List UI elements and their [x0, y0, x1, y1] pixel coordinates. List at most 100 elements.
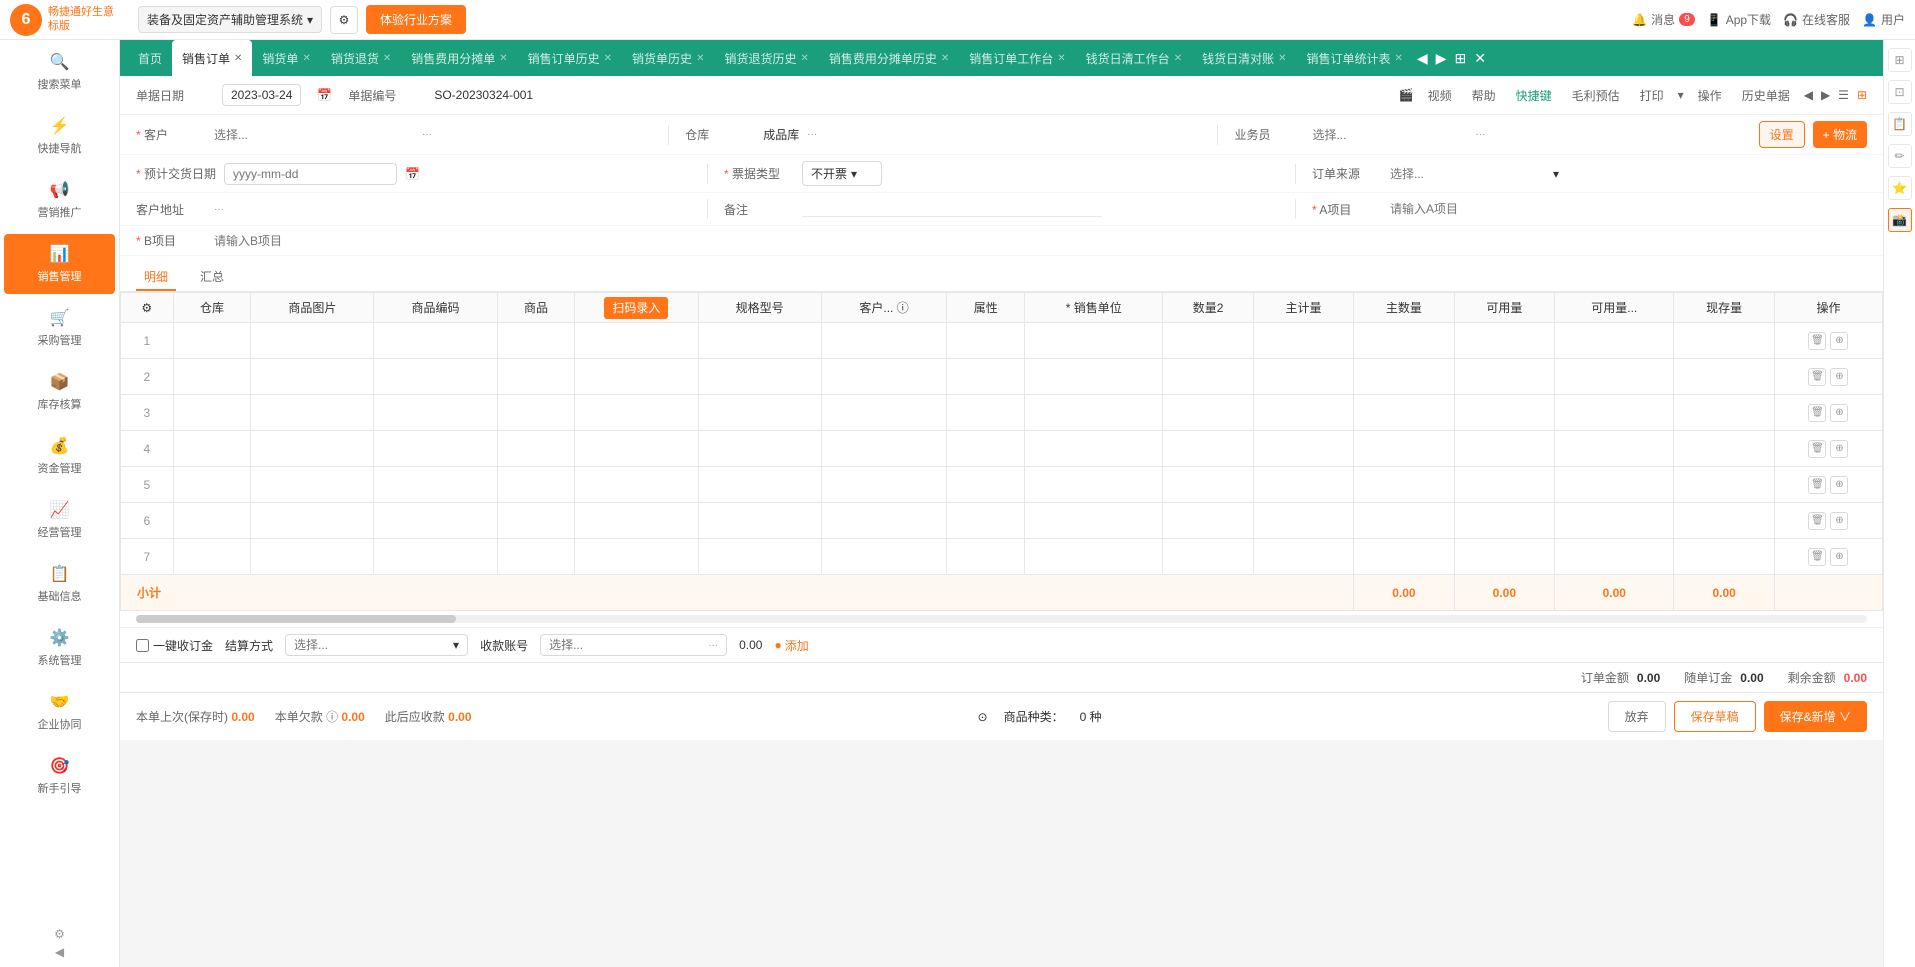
tab-close-icon[interactable]: ✕ [1174, 53, 1182, 64]
tab-expense-split[interactable]: 销售费用分摊单 ✕ [401, 40, 517, 76]
delete-icon[interactable]: 🗑 [1808, 332, 1826, 350]
sidebar-item-purchase[interactable]: 🛒 采购管理 [4, 298, 115, 358]
settings-btn[interactable]: 设置 [1759, 121, 1805, 148]
tab-close-icon[interactable]: ✕ [941, 53, 949, 64]
cell[interactable] [173, 503, 251, 539]
tab-invoice-history[interactable]: 销货单历史 ✕ [622, 40, 714, 76]
col-available[interactable]: 可用量 [1454, 293, 1554, 323]
sidebar-item-enterprise[interactable]: 🤝 企业协同 [4, 682, 115, 742]
cell[interactable] [947, 539, 1025, 575]
cell[interactable] [1454, 359, 1554, 395]
tab-close-icon[interactable]: ✕ [302, 53, 310, 64]
cell[interactable] [821, 467, 947, 503]
tab-close-icon[interactable]: ✕ [1278, 53, 1286, 64]
tab-returns-history[interactable]: 销货退货历史 ✕ [714, 40, 818, 76]
view-btn[interactable]: 视频 [1422, 85, 1458, 106]
cell[interactable] [1674, 431, 1774, 467]
cell[interactable] [1674, 359, 1774, 395]
cell[interactable] [947, 431, 1025, 467]
cell[interactable] [1253, 323, 1353, 359]
copy-icon[interactable]: ⊕ [1830, 404, 1848, 422]
cell[interactable] [173, 431, 251, 467]
tab-sales-order[interactable]: 销售订单 ✕ [172, 40, 252, 76]
cell[interactable] [1163, 395, 1253, 431]
user-area[interactable]: 👤 用户 [1862, 11, 1905, 28]
tab-order-stats[interactable]: 销售订单统计表 ✕ [1296, 40, 1412, 76]
sidebar-item-guide[interactable]: 🎯 新手引导 [4, 746, 115, 806]
cell[interactable] [1163, 323, 1253, 359]
right-icon-5[interactable]: ⭐ [1888, 176, 1912, 200]
cell[interactable] [1674, 467, 1774, 503]
sidebar-item-inventory[interactable]: 📦 库存核算 [4, 362, 115, 422]
cell[interactable] [374, 467, 497, 503]
col-product[interactable]: 商品 [497, 293, 575, 323]
tab-daily-workbench[interactable]: 钱货日清工作台 ✕ [1076, 40, 1192, 76]
sidebar-item-basic-info[interactable]: 📋 基础信息 [4, 554, 115, 614]
cell[interactable] [1025, 323, 1163, 359]
solution-button[interactable]: 体验行业方案 [366, 5, 466, 34]
tab-close-icon[interactable]: ✕ [383, 53, 391, 64]
cell[interactable] [1555, 359, 1674, 395]
col-code[interactable]: 商品编码 [374, 293, 497, 323]
cell[interactable] [575, 539, 698, 575]
cell[interactable] [1454, 431, 1554, 467]
online-service[interactable]: 🎧 在线客服 [1783, 11, 1850, 28]
scan-btn[interactable]: 扫码录入 [604, 297, 668, 319]
tab-daily-reconcile[interactable]: 钱货日清对账 ✕ [1192, 40, 1296, 76]
tab-summary[interactable]: 汇总 [192, 264, 232, 291]
col-main-qty[interactable]: 主数量 [1354, 293, 1454, 323]
copy-icon[interactable]: ⊕ [1830, 368, 1848, 386]
tab-order-history[interactable]: 销售订单历史 ✕ [518, 40, 622, 76]
cell[interactable] [698, 431, 821, 467]
tab-close-icon[interactable]: ✕ [499, 53, 507, 64]
cell[interactable] [1674, 503, 1774, 539]
tab-close-icon[interactable]: ✕ [604, 53, 612, 64]
remark-input[interactable] [802, 202, 1102, 217]
cell[interactable] [575, 467, 698, 503]
delivery-date-input[interactable] [224, 163, 397, 185]
cell[interactable] [1025, 539, 1163, 575]
copy-icon[interactable]: ⊕ [1830, 440, 1848, 458]
sidebar-item-system[interactable]: ⚙️ 系统管理 [4, 618, 115, 678]
tab-close-icon[interactable]: ✕ [1057, 53, 1065, 64]
col-image[interactable]: 商品图片 [251, 293, 374, 323]
col-warehouse[interactable]: 仓库 [173, 293, 251, 323]
shortcut-btn[interactable]: 快捷键 [1510, 85, 1558, 106]
delete-icon[interactable]: 🗑 [1808, 512, 1826, 530]
tab-detail[interactable]: 明细 [136, 264, 176, 291]
cell[interactable] [698, 395, 821, 431]
cell[interactable] [1253, 503, 1353, 539]
cell[interactable] [1253, 395, 1353, 431]
right-icon-6[interactable]: 📸 [1888, 208, 1912, 232]
cell[interactable] [497, 467, 575, 503]
cell[interactable] [374, 431, 497, 467]
order-source-input[interactable] [1390, 167, 1545, 181]
right-icon-3[interactable]: 📋 [1888, 112, 1912, 136]
tab-home[interactable]: 首页 [128, 40, 172, 76]
cell[interactable] [497, 323, 575, 359]
cell[interactable] [947, 503, 1025, 539]
sidebar-settings-icon[interactable]: ⚙ [54, 927, 65, 941]
tab-order-workbench[interactable]: 销售订单工作台 ✕ [959, 40, 1075, 76]
save-draft-button[interactable]: 保存草稿 [1674, 701, 1756, 732]
cell[interactable] [1354, 323, 1454, 359]
cell[interactable] [821, 395, 947, 431]
copy-icon[interactable]: ⊕ [1830, 548, 1848, 566]
cell[interactable] [1163, 359, 1253, 395]
cell[interactable] [1454, 323, 1554, 359]
tab-close-all-button[interactable]: ✕ [1470, 50, 1490, 67]
delete-icon[interactable]: 🗑 [1808, 404, 1826, 422]
cell[interactable] [1555, 467, 1674, 503]
cell[interactable] [1025, 431, 1163, 467]
cell[interactable] [1555, 503, 1674, 539]
cell[interactable] [173, 467, 251, 503]
cell[interactable] [497, 359, 575, 395]
cell[interactable] [575, 359, 698, 395]
delivery-calendar-icon[interactable]: 📅 [405, 167, 420, 181]
col-scan[interactable]: 扫码录入 [575, 293, 698, 323]
cell[interactable] [497, 539, 575, 575]
delete-icon[interactable]: 🗑 [1808, 548, 1826, 566]
cell[interactable] [1674, 323, 1774, 359]
cell[interactable] [698, 323, 821, 359]
cell[interactable] [1354, 539, 1454, 575]
